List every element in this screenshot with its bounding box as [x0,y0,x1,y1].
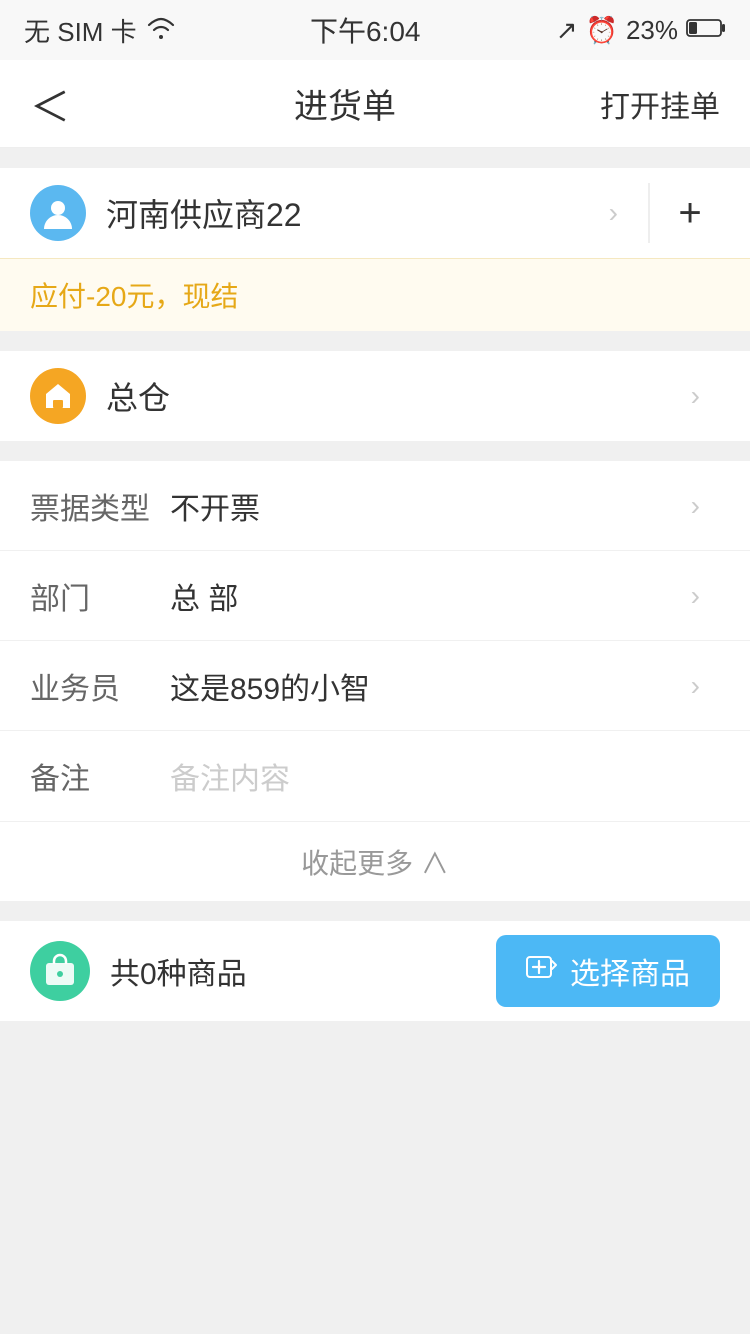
notice-text: 应付-20元，现结 [30,281,238,312]
warehouse-arrow-icon: › [691,380,700,412]
warehouse-name: 总仓 [106,373,691,419]
department-value: 总 部 [170,574,691,618]
salesperson-arrow-icon: › [691,670,700,702]
add-supplier-button[interactable]: + [660,191,720,236]
nav-bar: ＜ 进货单 打开挂单 [0,60,750,148]
product-icon-wrap [30,941,90,1001]
status-right: ↗ ⏰ 23% [556,15,726,46]
select-product-button[interactable]: 选择商品 [496,935,720,1007]
warehouse-row[interactable]: 总仓 › [30,351,720,441]
salesperson-row[interactable]: 业务员 这是859的小智 › [0,641,750,731]
warehouse-icon-wrap [30,368,86,424]
open-pending-button[interactable]: 打开挂单 [600,82,720,126]
supplier-divider [648,183,650,243]
location-icon: ↗ [556,15,578,46]
department-row[interactable]: 部门 总 部 › [0,551,750,641]
carrier-label: 无 SIM 卡 [24,12,137,49]
invoice-type-arrow-icon: › [691,490,700,522]
supplier-avatar [30,185,86,241]
status-bar: 无 SIM 卡 下午6:04 ↗ ⏰ 23% [0,0,750,60]
form-section: 票据类型 不开票 › 部门 总 部 › 业务员 这是859的小智 › 备注 备注… [0,461,750,821]
battery-icon [686,15,726,46]
invoice-type-value: 不开票 [170,484,691,528]
select-product-icon [526,953,558,989]
status-time: 下午6:04 [310,10,421,50]
salesperson-value: 这是859的小智 [170,664,691,708]
alarm-icon: ⏰ [586,15,618,46]
status-left: 无 SIM 卡 [24,12,175,49]
page-title: 进货单 [294,79,396,128]
invoice-type-label: 票据类型 [30,484,170,528]
back-button[interactable]: ＜ [30,75,90,133]
product-count-label: 共0种商品 [110,949,496,993]
department-arrow-icon: › [691,580,700,612]
supplier-name: 河南供应商22 [106,190,609,236]
select-product-label: 选择商品 [570,949,690,993]
department-label: 部门 [30,574,170,618]
collapse-row[interactable]: 收起更多 ∧ [0,821,750,901]
section-gap-1 [0,148,750,168]
invoice-type-row[interactable]: 票据类型 不开票 › [0,461,750,551]
warehouse-section: 总仓 › [0,351,750,441]
salesperson-label: 业务员 [30,664,170,708]
remark-row[interactable]: 备注 备注内容 [0,731,750,821]
supplier-arrow-icon: › [609,197,618,229]
bottom-bar: 共0种商品 选择商品 [0,921,750,1021]
wifi-icon [147,15,175,46]
remark-label: 备注 [30,754,170,798]
supplier-section: 河南供应商22 › + [0,168,750,258]
remark-input[interactable]: 备注内容 [170,754,720,798]
collapse-label: 收起更多 ∧ [301,842,449,882]
notice-bar: 应付-20元，现结 [0,258,750,331]
battery-label: 23% [626,15,678,46]
supplier-row[interactable]: 河南供应商22 › + [30,168,720,258]
